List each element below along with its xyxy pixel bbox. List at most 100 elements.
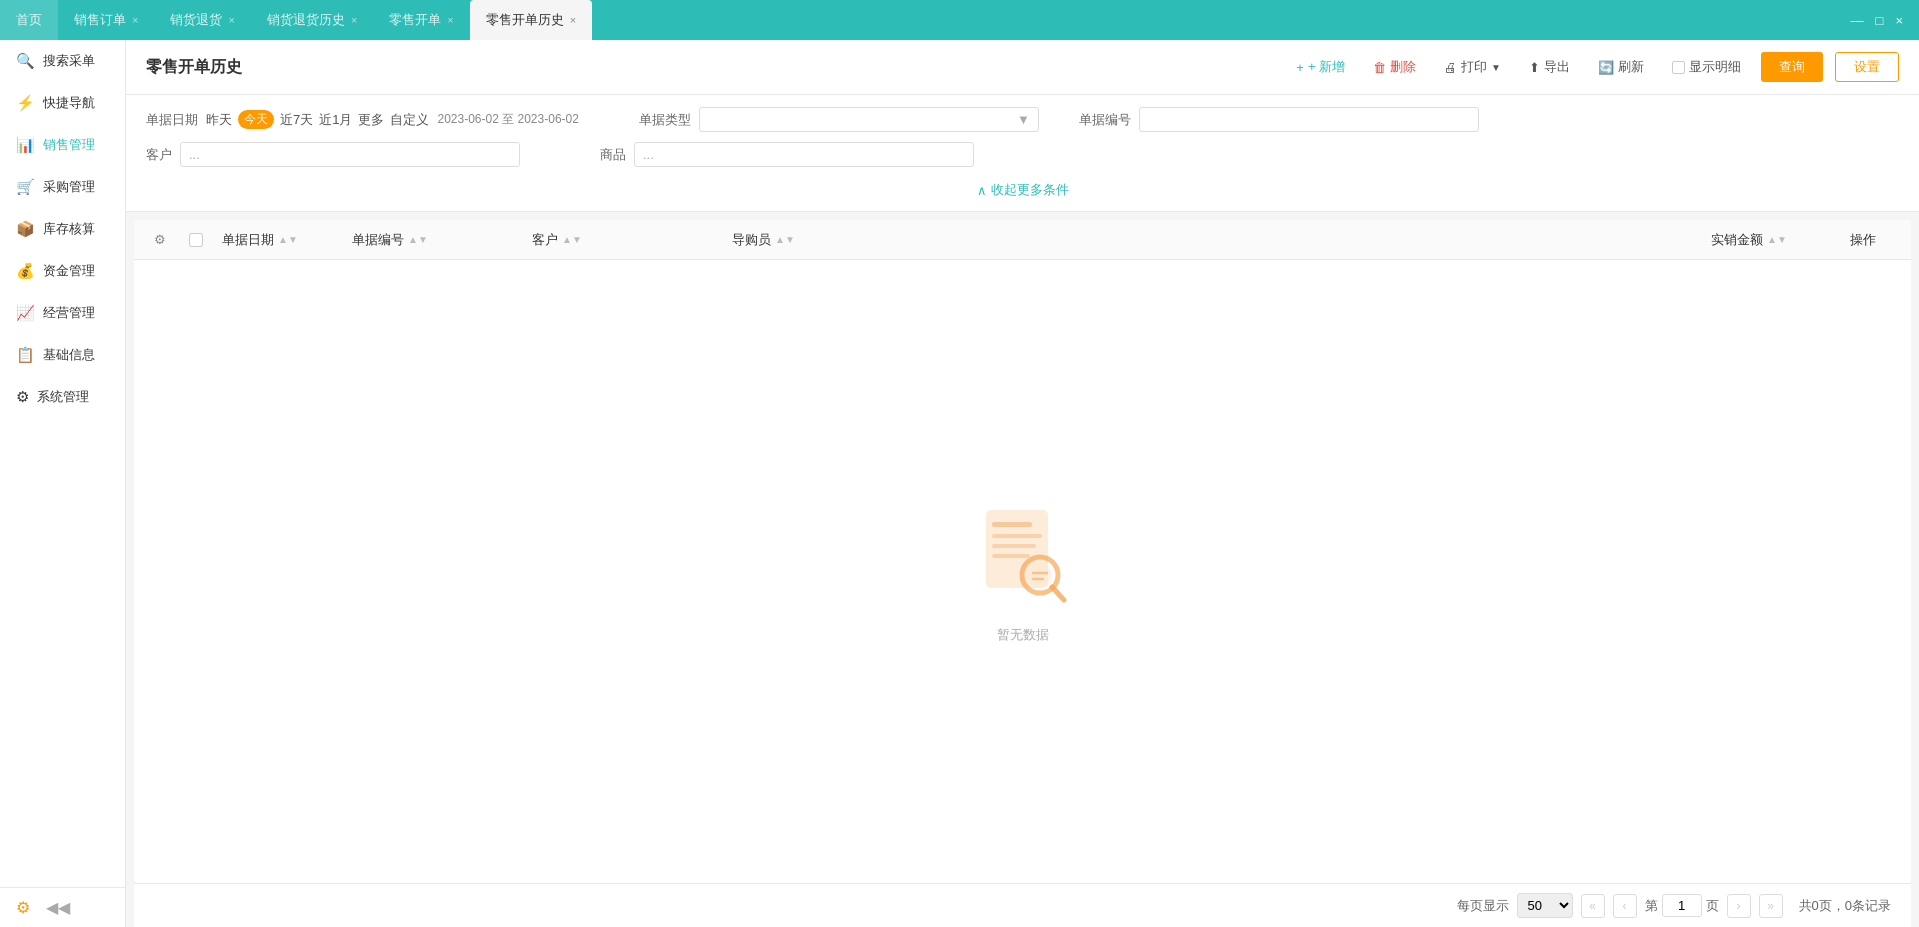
refresh-button[interactable]: 🔄 刷新 (1590, 54, 1652, 80)
per-page-select[interactable]: 50 20 100 (1517, 893, 1573, 918)
customer-input[interactable]: ... (180, 142, 520, 167)
sidebar-item-finance[interactable]: 💰 资金管理 (0, 250, 125, 292)
table-settings-icon[interactable]: ⚙ (142, 232, 178, 247)
tab-sales-return[interactable]: 销货退货 × (154, 0, 250, 40)
col-amount-label: 实销金额 (1711, 231, 1763, 249)
col-action: 操作 (1823, 231, 1903, 249)
export-button[interactable]: ⬆ 导出 (1521, 54, 1578, 80)
more-date-option[interactable]: 更多 (358, 111, 384, 129)
tab-sales-order-close[interactable]: × (132, 14, 138, 26)
print-button[interactable]: 🖨 打印 ▼ (1436, 54, 1509, 80)
page-header: 零售开单历史 + + 新增 🗑 删除 🖨 打印 ▼ ⬆ 导出 (126, 40, 1919, 95)
table-header: ⚙ 单据日期 ▲▼ 单据编号 ▲▼ 客户 ▲▼ (134, 220, 1911, 260)
col-action-label: 操作 (1850, 231, 1876, 249)
table-checkbox-all[interactable] (178, 233, 214, 247)
page-title: 零售开单历史 (146, 57, 242, 78)
sidebar-item-quick-nav[interactable]: ⚡ 快捷导航 (0, 82, 125, 124)
print-label: 打印 (1461, 58, 1487, 76)
delete-button[interactable]: 🗑 删除 (1365, 54, 1424, 80)
tab-retail-open-history-label: 零售开单历史 (486, 11, 564, 29)
window-restore[interactable]: □ (1876, 13, 1884, 28)
setting-button[interactable]: 设置 (1835, 52, 1899, 82)
yesterday-option[interactable]: 昨天 (206, 111, 232, 129)
collapse-arrow-icon: ∧ (977, 183, 987, 198)
sidebar-collapse-icon[interactable]: ◀◀ (46, 898, 70, 917)
main-layout: 🔍 搜索采单 ⚡ 快捷导航 📊 销售管理 🛒 采购管理 📦 库存核算 💰 资金管… (0, 40, 1919, 927)
goods-input[interactable]: ... (634, 142, 974, 167)
page-number-input[interactable] (1662, 894, 1702, 917)
today-option[interactable]: 今天 (238, 110, 274, 129)
tab-retail-open-close[interactable]: × (447, 14, 453, 26)
filter-row-2: 客户 ... 商品 ... (146, 142, 1899, 167)
tab-sales-return-history[interactable]: 销货退货历史 × (251, 0, 373, 40)
doc-type-label: 单据类型 (639, 111, 691, 129)
window-close[interactable]: × (1895, 13, 1903, 28)
col-date[interactable]: 单据日期 ▲▼ (214, 231, 344, 249)
doc-type-select[interactable]: ▼ (699, 107, 1039, 132)
display-label: 显示明细 (1689, 58, 1741, 76)
tab-sales-return-close[interactable]: × (228, 14, 234, 26)
sales-mgmt-icon: 📊 (16, 136, 35, 154)
operations-icon: 📈 (16, 304, 35, 322)
add-button[interactable]: + + 新增 (1288, 54, 1353, 80)
col-customer-sort-icon: ▲▼ (562, 235, 582, 245)
sidebar-item-sales-mgmt[interactable]: 📊 销售管理 (0, 124, 125, 166)
col-number[interactable]: 单据编号 ▲▼ (344, 231, 524, 249)
sidebar-item-base-info[interactable]: 📋 基础信息 (0, 334, 125, 376)
sidebar-item-inventory[interactable]: 📦 库存核算 (0, 208, 125, 250)
window-minimize[interactable]: — (1851, 13, 1864, 28)
tab-retail-open-history-close[interactable]: × (570, 14, 576, 26)
sidebar-item-purchase-mgmt[interactable]: 🛒 采购管理 (0, 166, 125, 208)
last-page-button[interactable]: » (1759, 894, 1783, 918)
base-info-icon: 📋 (16, 346, 35, 364)
delete-label: 删除 (1390, 58, 1416, 76)
tab-sales-order[interactable]: 销售订单 × (58, 0, 154, 40)
finance-icon: 💰 (16, 262, 35, 280)
collapse-button[interactable]: ∧ 收起更多条件 (977, 181, 1069, 199)
empty-text: 暂无数据 (997, 626, 1049, 644)
sidebar-item-purchase-mgmt-label: 采购管理 (43, 178, 95, 196)
display-detail-button[interactable]: 显示明细 (1664, 54, 1749, 80)
col-customer[interactable]: 客户 ▲▼ (524, 231, 724, 249)
date-options: 昨天 今天 近7天 近1月 更多 自定义 (206, 110, 429, 129)
empty-state-svg (968, 500, 1078, 610)
custom-date-option[interactable]: 自定义 (390, 111, 429, 129)
sidebar-item-operations[interactable]: 📈 经营管理 (0, 292, 125, 334)
doc-type-filter-group: 单据类型 ▼ (639, 107, 1039, 132)
sidebar-settings-icon[interactable]: ⚙ (16, 898, 30, 917)
system-mgmt-icon: ⚙ (16, 388, 29, 406)
col-guide[interactable]: 导购员 ▲▼ (724, 231, 874, 249)
prev-page-button[interactable]: ‹ (1613, 894, 1637, 918)
purchase-mgmt-icon: 🛒 (16, 178, 35, 196)
query-button[interactable]: 查询 (1761, 52, 1823, 82)
col-date-sort-icon: ▲▼ (278, 235, 298, 245)
col-amount[interactable]: 实销金额 ▲▼ (1703, 231, 1823, 249)
refresh-icon: 🔄 (1598, 60, 1614, 75)
sidebar: 🔍 搜索采单 ⚡ 快捷导航 📊 销售管理 🛒 采购管理 📦 库存核算 💰 资金管… (0, 40, 126, 927)
customer-filter-group: 客户 ... (146, 142, 520, 167)
tab-home[interactable]: 首页 (0, 0, 58, 40)
tab-sales-return-history-close[interactable]: × (351, 14, 357, 26)
sidebar-item-sales-mgmt-label: 销售管理 (43, 136, 95, 154)
goods-filter-group: 商品 ... (600, 142, 974, 167)
empty-illustration: 暂无数据 (968, 500, 1078, 644)
toolbar-actions: + + 新增 🗑 删除 🖨 打印 ▼ ⬆ 导出 🔄 (1288, 52, 1899, 82)
week-option[interactable]: 近7天 (280, 111, 313, 129)
month-option[interactable]: 近1月 (319, 111, 352, 129)
next-page-button[interactable]: › (1727, 894, 1751, 918)
doc-type-arrow-icon: ▼ (1017, 112, 1030, 127)
top-tab-bar: 首页 销售订单 × 销货退货 × 销货退货历史 × 零售开单 × 零售开单历史 … (0, 0, 1919, 40)
total-info: 共0页，0条记录 (1799, 897, 1891, 915)
sidebar-item-search[interactable]: 🔍 搜索采单 (0, 40, 125, 82)
sidebar-item-system-mgmt-label: 系统管理 (37, 388, 89, 406)
doc-no-input[interactable] (1139, 107, 1479, 132)
sidebar-bottom: ⚙ ◀◀ (0, 887, 125, 927)
doc-no-label: 单据编号 (1079, 111, 1131, 129)
sidebar-item-system-mgmt[interactable]: ⚙ 系统管理 (0, 376, 125, 418)
content-area: 零售开单历史 + + 新增 🗑 删除 🖨 打印 ▼ ⬆ 导出 (126, 40, 1919, 927)
svg-rect-4 (992, 554, 1030, 558)
first-page-button[interactable]: « (1581, 894, 1605, 918)
tab-retail-open-history[interactable]: 零售开单历史 × (470, 0, 592, 40)
tab-retail-open[interactable]: 零售开单 × (373, 0, 469, 40)
select-all-checkbox[interactable] (189, 233, 203, 247)
